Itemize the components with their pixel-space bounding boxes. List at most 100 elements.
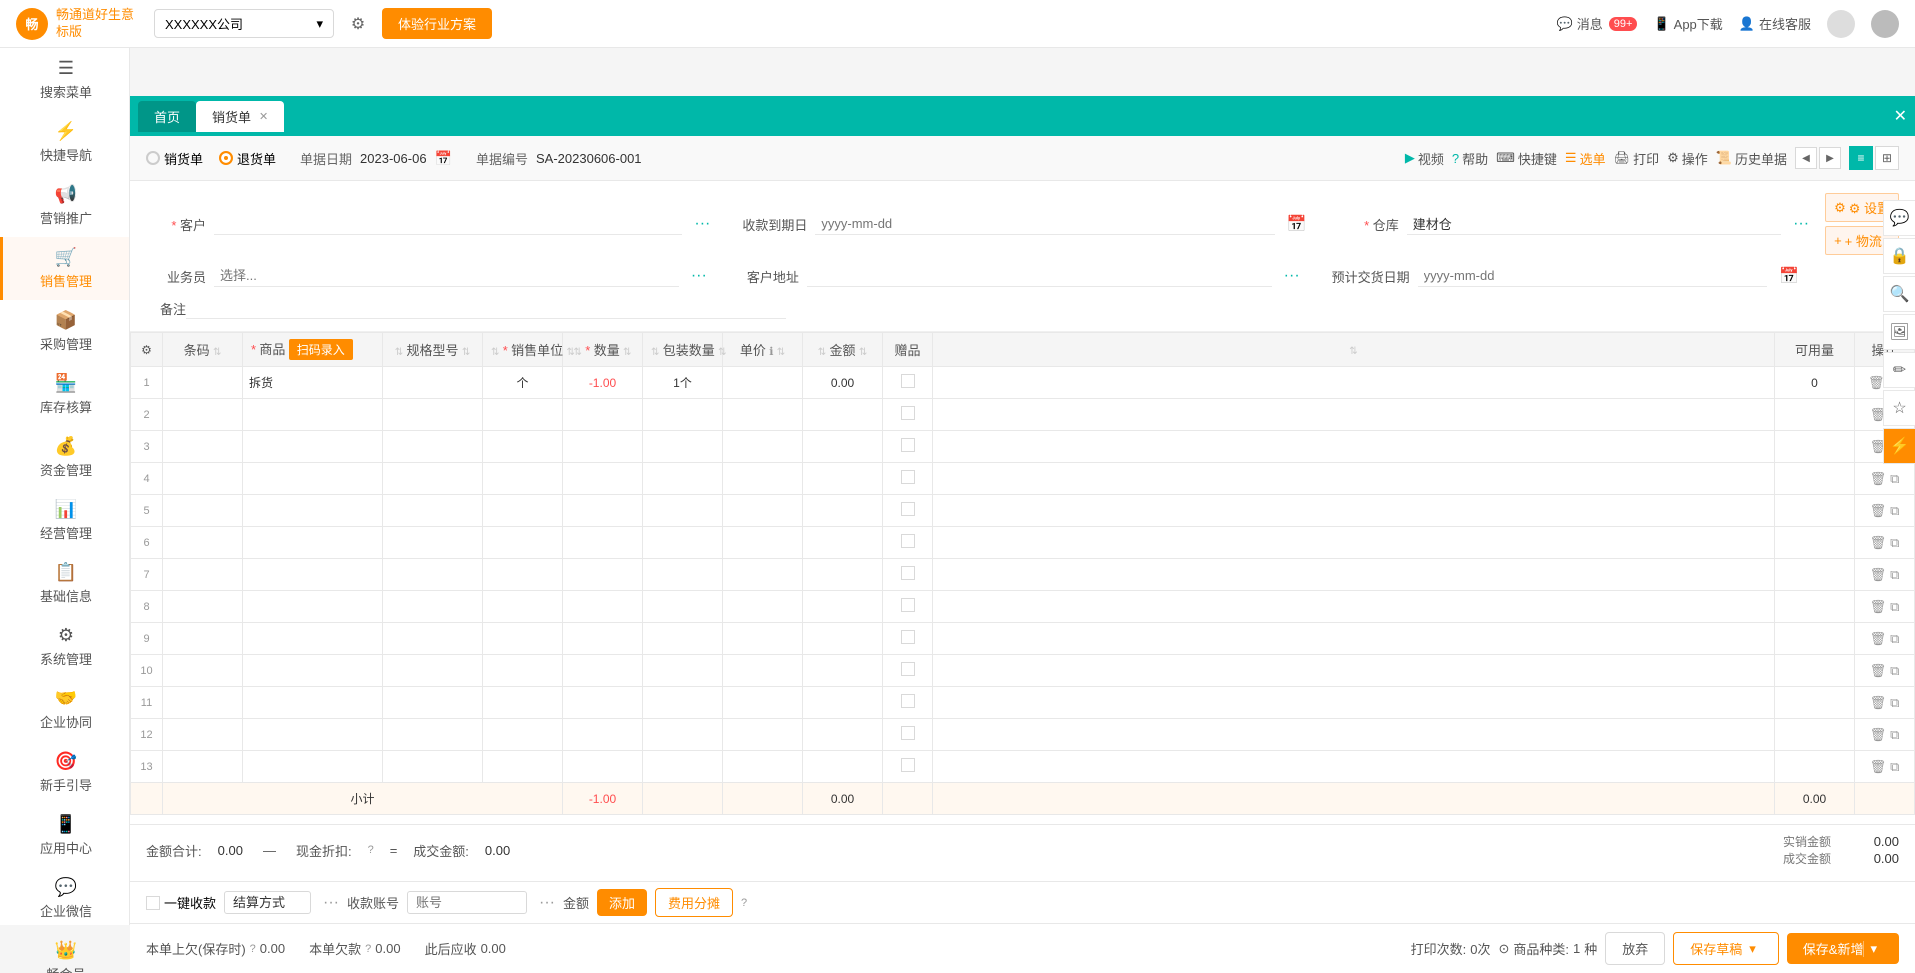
delete-icon[interactable]: 🗑 xyxy=(1870,631,1887,646)
abandon-button[interactable]: 放弃 xyxy=(1605,932,1665,965)
calc-method-select[interactable]: 结算方式 xyxy=(224,891,311,914)
prev-arrow[interactable]: ◀ xyxy=(1795,147,1817,169)
cell-pkg[interactable]: 1个 xyxy=(643,367,723,399)
due-date-input[interactable] xyxy=(815,213,1274,235)
gift-checkbox[interactable] xyxy=(901,758,915,772)
user-avatar2[interactable] xyxy=(1871,10,1899,38)
gift-checkbox[interactable] xyxy=(901,694,915,708)
gift-checkbox[interactable] xyxy=(901,534,915,548)
delete-icon[interactable]: 🗑 xyxy=(1870,503,1887,518)
add-button[interactable]: 添加 xyxy=(597,889,647,916)
copy-icon[interactable]: ⧉ xyxy=(1890,503,1899,518)
account-dots[interactable]: ··· xyxy=(539,894,555,912)
online-service-action[interactable]: 👤 在线客服 xyxy=(1739,14,1811,33)
cell-spec[interactable] xyxy=(383,367,483,399)
sidebar-item-system[interactable]: ⚙ 系统管理 xyxy=(0,615,129,678)
tab-close-icon[interactable]: ✕ xyxy=(259,110,268,123)
copy-icon[interactable]: ⧉ xyxy=(1890,695,1899,710)
customer-addr-dots[interactable]: ··· xyxy=(1284,267,1300,285)
delete-icon[interactable]: 🗑 xyxy=(1868,375,1885,390)
cell-barcode[interactable] xyxy=(163,367,243,399)
gift-checkbox[interactable] xyxy=(901,438,915,452)
sidebar-item-marketing[interactable]: 📢 营销推广 xyxy=(0,174,129,237)
sort-barcode[interactable]: ⇅ xyxy=(213,347,221,358)
expected-date-calendar-icon[interactable]: 📅 xyxy=(1779,266,1799,286)
sidebar-item-apps[interactable]: 📱 应用中心 xyxy=(0,804,129,867)
copy-icon[interactable]: ⧉ xyxy=(1890,759,1899,774)
copy-icon[interactable]: ⧉ xyxy=(1890,471,1899,486)
cell-note[interactable] xyxy=(933,367,1775,399)
delete-icon[interactable]: 🗑 xyxy=(1870,471,1887,486)
salesman-input[interactable] xyxy=(214,265,679,287)
scan-button[interactable]: 扫码录入 xyxy=(289,339,353,360)
gift-checkbox[interactable] xyxy=(901,566,915,580)
gift-checkbox[interactable] xyxy=(901,662,915,676)
warehouse-input[interactable] xyxy=(1407,213,1781,235)
copy-icon[interactable]: ⧉ xyxy=(1890,535,1899,550)
gift-checkbox[interactable] xyxy=(901,502,915,516)
copy-icon[interactable]: ⧉ xyxy=(1890,599,1899,614)
tab-sales-order[interactable]: 销货单 ✕ xyxy=(196,101,284,132)
gift-checkbox[interactable] xyxy=(901,406,915,420)
save-draft-arrow[interactable]: ▾ xyxy=(1742,941,1762,957)
user-avatar[interactable] xyxy=(1827,10,1855,38)
price-info-icon[interactable]: ℹ xyxy=(769,346,773,358)
one-click-payment-checkbox[interactable]: 一键收款 xyxy=(146,893,216,912)
save-new-arrow[interactable]: ▾ xyxy=(1863,941,1883,957)
sidebar-item-finance[interactable]: 💰 资金管理 xyxy=(0,426,129,489)
sidebar-item-inventory[interactable]: 🏪 库存核算 xyxy=(0,363,129,426)
gift-checkbox[interactable] xyxy=(901,470,915,484)
sidebar-item-collab[interactable]: 🤝 企业协同 xyxy=(0,678,129,741)
trial-button[interactable]: 体验行业方案 xyxy=(382,8,492,39)
delete-icon[interactable]: 🗑 xyxy=(1870,695,1887,710)
cell-qty[interactable]: -1.00 xyxy=(563,367,643,399)
calc-method-dots[interactable]: ··· xyxy=(323,894,339,912)
date-calendar-icon[interactable]: 📅 xyxy=(435,150,452,167)
tab-home[interactable]: 首页 xyxy=(138,101,196,132)
copy-icon[interactable]: ⧉ xyxy=(1890,663,1899,678)
expense-split-btn[interactable]: 费用分摊 xyxy=(655,888,733,917)
th-settings[interactable]: ⚙ xyxy=(131,333,163,367)
debt-help-icon[interactable]: ? xyxy=(250,943,256,955)
app-download-action[interactable]: 📱 App下载 xyxy=(1653,14,1722,33)
rfloat-comment-btn[interactable]: 💬 xyxy=(1883,200,1915,236)
sidebar-item-search[interactable]: ☰ 搜索菜单 xyxy=(0,48,129,111)
rfloat-lock-btn[interactable]: 🔒 xyxy=(1883,238,1915,274)
cell-unit[interactable]: 个 xyxy=(483,367,563,399)
settings-button[interactable]: ⚙ xyxy=(342,8,374,40)
rfloat-zoom-btn[interactable]: 🔍 xyxy=(1883,276,1915,312)
delete-icon[interactable]: 🗑 xyxy=(1870,599,1887,614)
copy-icon[interactable]: ⧉ xyxy=(1890,567,1899,582)
operate-btn[interactable]: ⚙ 操作 xyxy=(1667,149,1708,168)
cell-gift[interactable] xyxy=(883,367,933,399)
gift-checkbox[interactable] xyxy=(901,630,915,644)
rfloat-image-btn[interactable]: 🖼 xyxy=(1883,314,1915,350)
rfloat-star-btn[interactable]: ☆ xyxy=(1883,390,1915,426)
save-draft-button[interactable]: 保存草稿 ▾ xyxy=(1673,932,1779,965)
history-btn[interactable]: 📜 历史单据 xyxy=(1716,149,1787,168)
sidebar-item-wechat[interactable]: 💬 企业微信 xyxy=(0,867,129,930)
cell-price[interactable] xyxy=(723,367,803,399)
gift-checkbox[interactable] xyxy=(901,726,915,740)
radio-sale[interactable]: 销货单 xyxy=(146,149,203,168)
customer-input[interactable] xyxy=(214,213,682,235)
delete-icon[interactable]: 🗑 xyxy=(1870,663,1887,678)
sidebar-item-guide[interactable]: 🎯 新手引导 xyxy=(0,741,129,804)
gift-checkbox[interactable] xyxy=(901,598,915,612)
rfloat-edit-btn[interactable]: ✏ xyxy=(1883,352,1915,388)
remark-input[interactable] xyxy=(186,297,786,319)
sidebar-item-purchase[interactable]: 📦 采购管理 xyxy=(0,300,129,363)
delete-icon[interactable]: 🗑 xyxy=(1870,727,1887,742)
customer-dots[interactable]: ··· xyxy=(694,215,710,233)
message-action[interactable]: 💬 消息 99+ xyxy=(1557,14,1638,33)
company-selector[interactable]: XXXXXX公司 ▾ xyxy=(154,9,334,38)
sidebar-item-operations[interactable]: 📊 经营管理 xyxy=(0,489,129,552)
sidebar-item-quicknav[interactable]: ⚡ 快捷导航 xyxy=(0,111,129,174)
customer-addr-input[interactable] xyxy=(807,265,1272,287)
payment-check-box[interactable] xyxy=(146,896,160,910)
help-btn[interactable]: ? 帮助 xyxy=(1452,149,1488,168)
shortcut-btn[interactable]: ⌨ 快捷键 xyxy=(1496,149,1557,168)
expected-date-input[interactable] xyxy=(1418,265,1767,287)
gift-checkbox[interactable] xyxy=(901,374,915,388)
delete-icon[interactable]: 🗑 xyxy=(1870,759,1887,774)
